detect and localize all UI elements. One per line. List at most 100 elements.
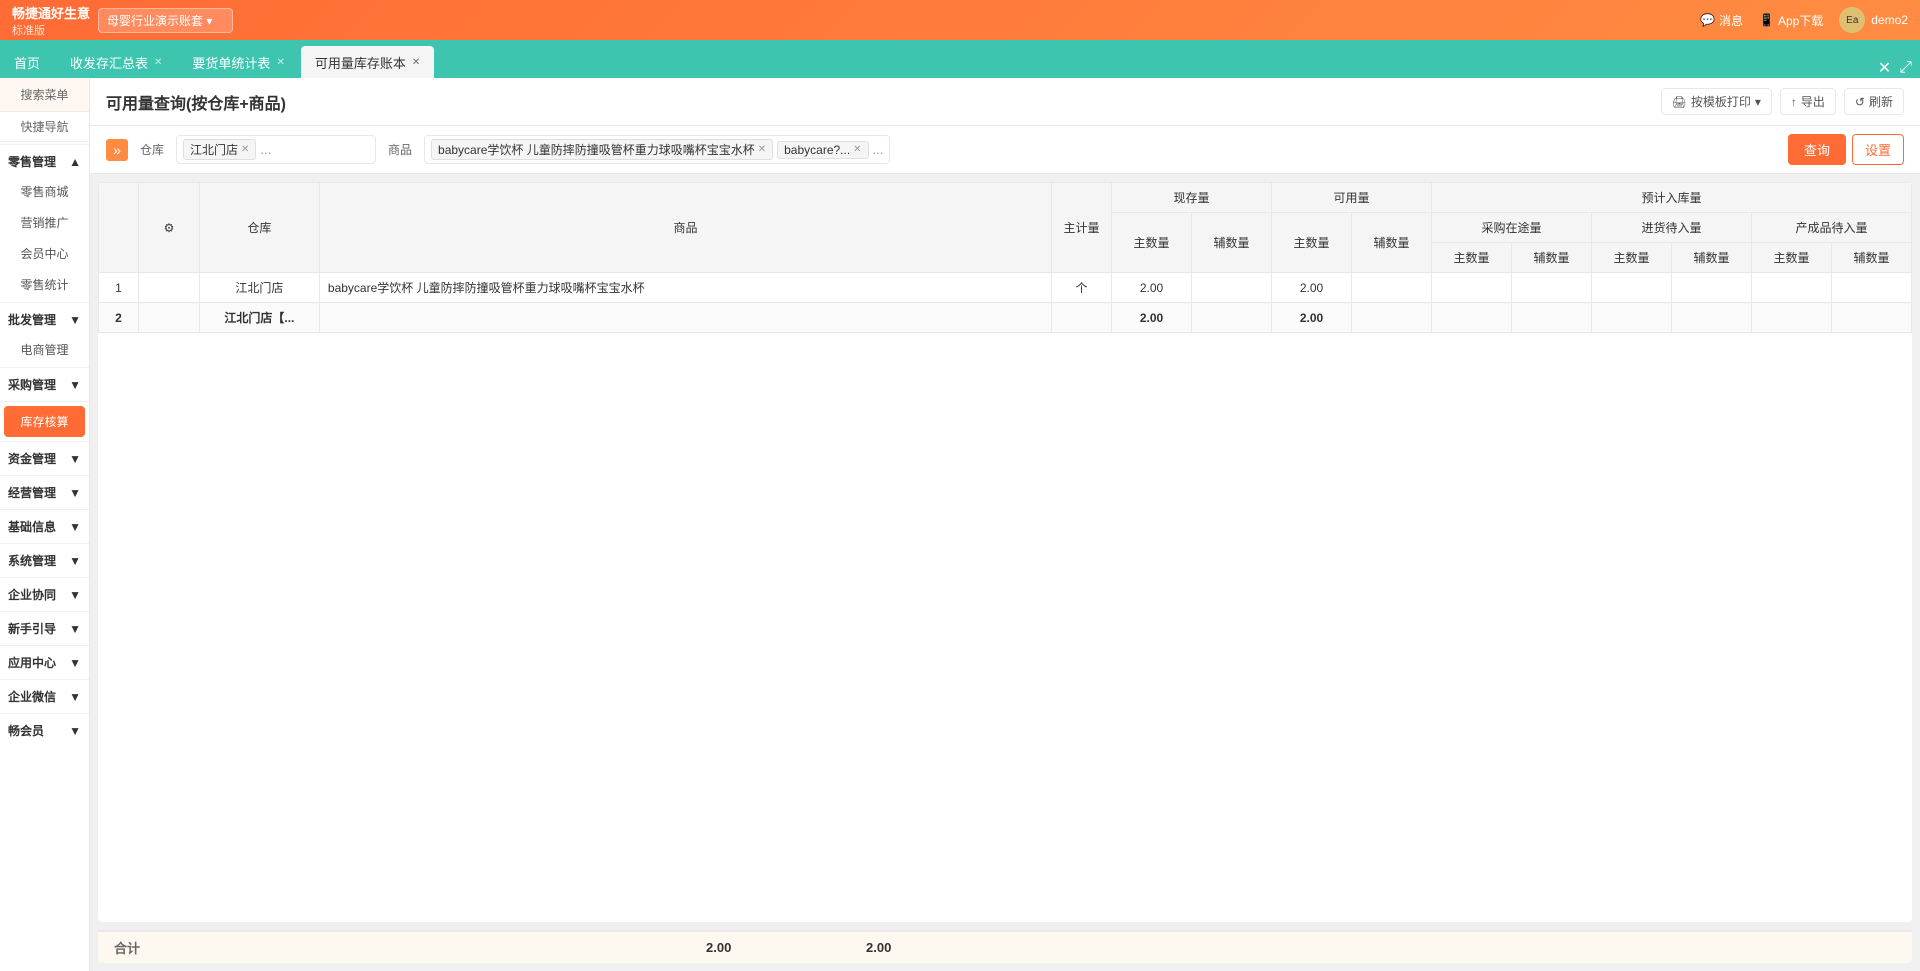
sidebar-section-guide[interactable]: 新手引导 ▼ (0, 614, 89, 643)
product-filter[interactable]: babycare学饮杯 儿童防摔防撞吸管杯重力球吸嘴杯宝宝水杯 ✕ babyca… (424, 135, 890, 164)
sidebar-section-wechat[interactable]: 企业微信 ▼ (0, 682, 89, 711)
th-transit-main: 主数量 (1592, 243, 1672, 273)
remove-warehouse-tag[interactable]: ✕ (241, 144, 249, 155)
expand-window-icon[interactable]: ⤢ (1899, 59, 1912, 77)
nav-right-icons: ✕ ⤢ (1878, 58, 1920, 78)
message-btn[interactable]: 💬 消息 (1700, 12, 1743, 29)
th-production-aux: 辅数量 (1832, 243, 1912, 273)
cell-transit-main (1592, 273, 1672, 303)
close-window-icon[interactable]: ✕ (1878, 58, 1891, 78)
cell-empty (139, 303, 200, 333)
th-available-main: 主数量 (1272, 213, 1352, 273)
filter-actions: 查询 设置 (1788, 134, 1904, 165)
th-transit-group: 进货待入量 (1592, 213, 1752, 243)
footer-avail-main: 2.00 (839, 940, 919, 955)
cell-transit-aux (1672, 303, 1752, 333)
cell-stock-main: 2.00 (1112, 303, 1192, 333)
sidebar-item-inventory[interactable]: 库存核算 (4, 406, 85, 437)
sidebar-section-retail[interactable]: 零售管理 ▲ (0, 147, 89, 176)
product-tag-1: babycare学饮杯 儿童防摔防撞吸管杯重力球吸嘴杯宝宝水杯 ✕ (431, 139, 773, 160)
cell-production-main (1752, 273, 1832, 303)
cell-production-aux (1832, 303, 1912, 333)
th-unit: 主计量 (1052, 183, 1112, 273)
tab-receipts[interactable]: 收发存汇总表 ✕ (56, 46, 176, 78)
sidebar: 搜索菜单 快捷导航 零售管理 ▲ 零售商城 营销推广 会员中心 零售统计 批发管… (0, 78, 90, 971)
th-settings[interactable]: ⚙ (139, 183, 200, 273)
export-btn[interactable]: ↑ 导出 (1780, 88, 1836, 115)
cell-avail-aux (1352, 273, 1432, 303)
sidebar-section-member[interactable]: 畅会员 ▼ (0, 716, 89, 745)
sidebar-item-marketing[interactable]: 营销推广 (0, 207, 89, 238)
cell-purchase-main (1432, 303, 1512, 333)
sidebar-search[interactable]: 搜索菜单 (0, 78, 89, 112)
tab-inventory[interactable]: 可用量库存账本 ✕ (301, 46, 434, 78)
main-layout: 搜索菜单 快捷导航 零售管理 ▲ 零售商城 营销推广 会员中心 零售统计 批发管… (0, 78, 1920, 971)
footer-stock-main: 2.00 (679, 940, 759, 955)
logo: 畅捷通好生意 标准版 (12, 3, 90, 38)
cell-product: babycare学饮杯 儿童防摔防撞吸管杯重力球吸嘴杯宝宝水杯 (319, 273, 1051, 303)
th-production-group: 产成品待入量 (1752, 213, 1912, 243)
cell-stock-aux (1192, 273, 1272, 303)
content-area: 可用量查询(按仓库+商品) 🖨 按模板打印 ▾ ↑ 导出 ↺ 刷新 » (90, 78, 1920, 971)
warehouse-dots[interactable]: ... (260, 142, 271, 157)
sidebar-item-member-center[interactable]: 会员中心 (0, 238, 89, 269)
sidebar-section-basics[interactable]: 基础信息 ▼ (0, 512, 89, 541)
sidebar-section-apps[interactable]: 应用中心 ▼ (0, 648, 89, 677)
settings-btn[interactable]: 设置 (1852, 134, 1904, 165)
sidebar-section-operations[interactable]: 经营管理 ▼ (0, 478, 89, 507)
product-dots[interactable]: ... (873, 142, 884, 157)
cell-no: 1 (99, 273, 139, 303)
sidebar-item-retail-stats[interactable]: 零售统计 (0, 269, 89, 300)
sidebar-item-ecommerce[interactable]: 电商管理 (0, 334, 89, 365)
cell-transit-aux (1672, 273, 1752, 303)
app-download-btn[interactable]: 📱 App下载 (1759, 12, 1823, 29)
tab-home[interactable]: 首页 (0, 46, 54, 78)
company-selector[interactable]: 母婴行业演示账套 ▾ (98, 8, 233, 33)
close-inventory-tab[interactable]: ✕ (412, 57, 420, 68)
close-receipts-tab[interactable]: ✕ (154, 57, 162, 68)
footer-label: 合计 (106, 938, 186, 957)
cell-purchase-aux (1512, 303, 1592, 333)
cell-production-aux (1832, 273, 1912, 303)
remove-product-tag-1[interactable]: ✕ (758, 144, 766, 155)
cell-warehouse: 江北门店 (199, 273, 319, 303)
th-product: 商品 (319, 183, 1051, 273)
product-tag-2: babycare?... ✕ (777, 141, 868, 159)
cell-warehouse: 江北门店【... (199, 303, 319, 333)
table-row: 2江北门店【...2.002.00 (99, 303, 1912, 333)
th-expected-group: 预计入库量 (1432, 183, 1912, 213)
refresh-btn[interactable]: ↺ 刷新 (1844, 88, 1904, 115)
print-btn[interactable]: 🖨 按模板打印 ▾ (1661, 88, 1772, 115)
th-stock-main: 主数量 (1112, 213, 1192, 273)
warehouse-filter[interactable]: 江北门店 ✕ ... (176, 135, 376, 164)
table-area: ⚙ 仓库 商品 主计量 现存量 可用量 预计入库量 主数量 辅数量 主数量 辅数… (98, 182, 1912, 922)
th-warehouse: 仓库 (199, 183, 319, 273)
cell-no: 2 (99, 303, 139, 333)
tab-orders[interactable]: 要货单统计表 ✕ (178, 46, 298, 78)
table-footer: 合计 2.00 2.00 (98, 930, 1912, 963)
logo-sub: 标准版 (12, 22, 90, 38)
table-row: 1江北门店babycare学饮杯 儿童防摔防撞吸管杯重力球吸嘴杯宝宝水杯个2.0… (99, 273, 1912, 303)
export-icon: ↑ (1791, 95, 1797, 109)
sidebar-quick-nav[interactable]: 快捷导航 (0, 112, 89, 142)
settings-icon[interactable]: ⚙ (164, 221, 175, 235)
refresh-icon: ↺ (1855, 95, 1865, 109)
warehouse-label: 仓库 (140, 141, 164, 158)
query-btn[interactable]: 查询 (1788, 134, 1846, 165)
remove-product-tag-2[interactable]: ✕ (853, 144, 861, 155)
sidebar-section-purchase[interactable]: 采购管理 ▼ (0, 370, 89, 399)
th-purchase-aux: 辅数量 (1512, 243, 1592, 273)
close-orders-tab[interactable]: ✕ (276, 57, 284, 68)
sidebar-item-retail-store[interactable]: 零售商城 (0, 176, 89, 207)
sidebar-section-enterprise[interactable]: 企业协同 ▼ (0, 580, 89, 609)
cell-stock-main: 2.00 (1112, 273, 1192, 303)
sidebar-section-finance[interactable]: 资金管理 ▼ (0, 444, 89, 473)
sidebar-section-wholesale[interactable]: 批发管理 ▼ (0, 305, 89, 334)
user-avatar[interactable]: Ea demo2 (1839, 7, 1908, 33)
filter-expand-btn[interactable]: » (106, 139, 128, 161)
nav-tabs: 首页 收发存汇总表 ✕ 要货单统计表 ✕ 可用量库存账本 ✕ ✕ ⤢ (0, 40, 1920, 78)
sidebar-section-system[interactable]: 系统管理 ▼ (0, 546, 89, 575)
th-stock-aux: 辅数量 (1192, 213, 1272, 273)
page-title: 可用量查询(按仓库+商品) (106, 90, 286, 114)
th-stock-group: 现存量 (1112, 183, 1272, 213)
